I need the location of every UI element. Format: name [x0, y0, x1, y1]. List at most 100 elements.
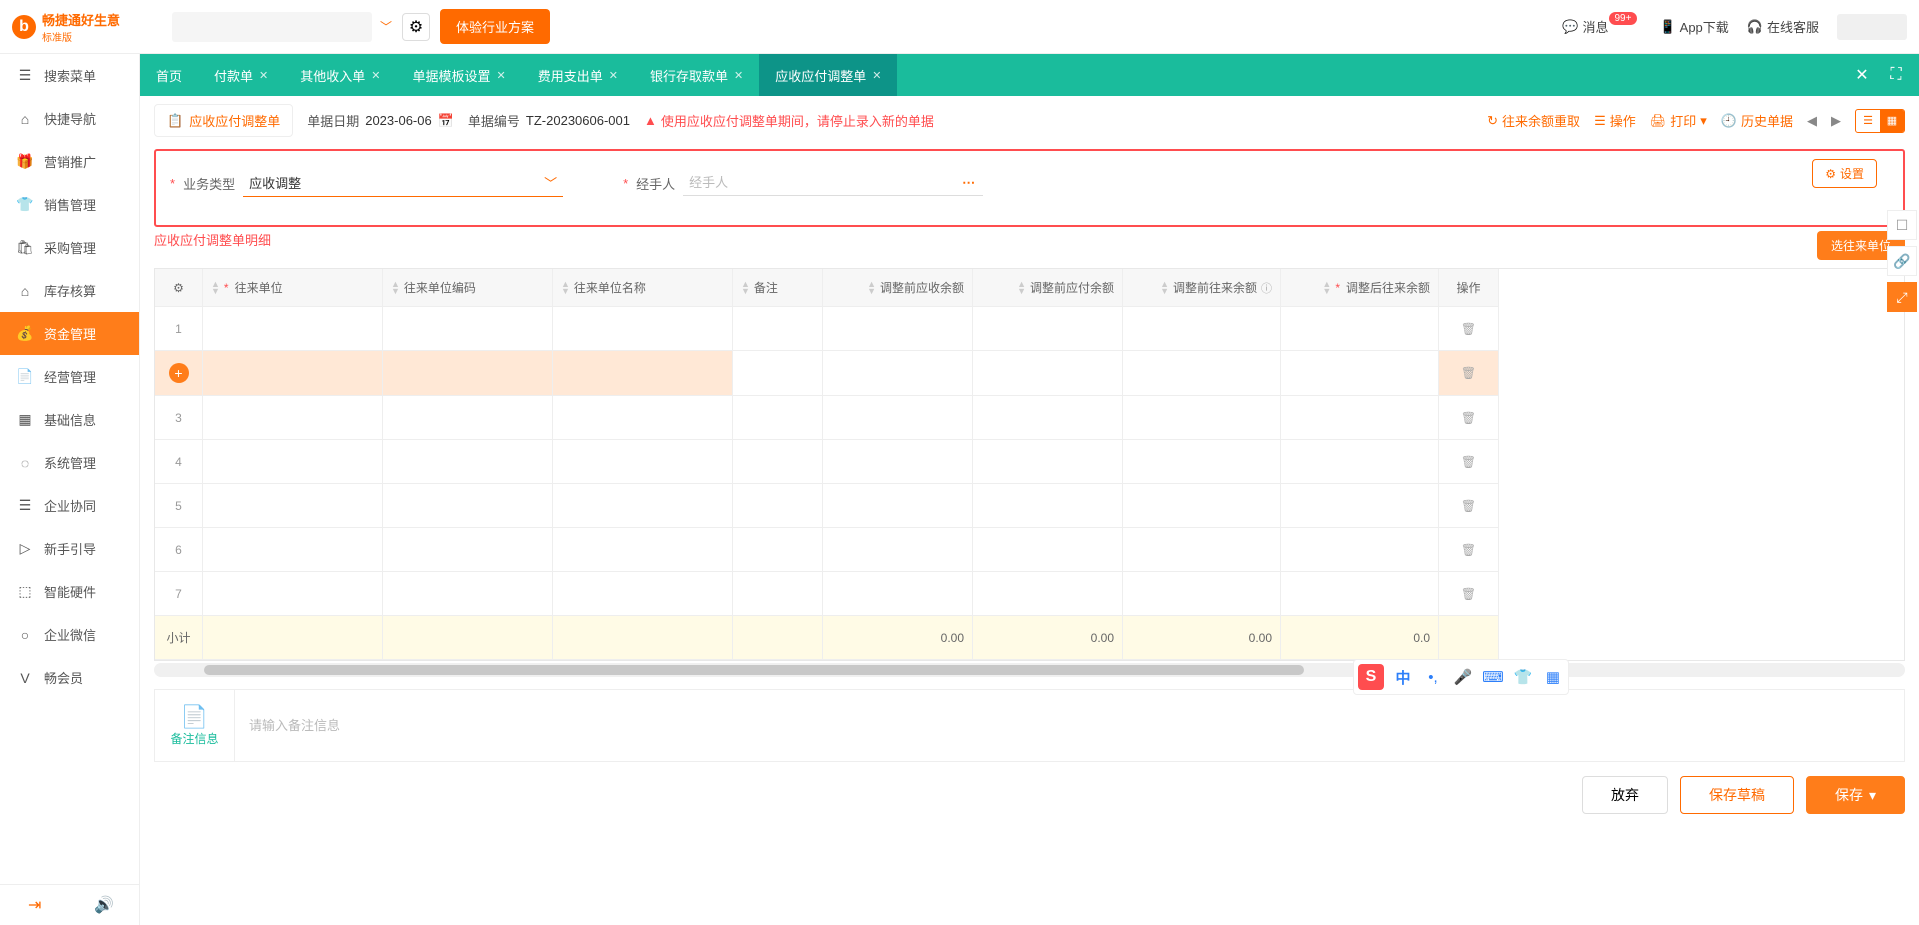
- table-cell[interactable]: [383, 396, 553, 440]
- table-cell[interactable]: [383, 528, 553, 572]
- sidebar-item-8[interactable]: ▦基础信息: [0, 398, 139, 441]
- table-cell[interactable]: [973, 396, 1123, 440]
- table-cell[interactable]: [383, 440, 553, 484]
- tab-0[interactable]: 首页: [140, 54, 198, 96]
- table-cell[interactable]: [203, 351, 383, 396]
- row-delete[interactable]: 🗑: [1439, 484, 1499, 528]
- table-cell[interactable]: [1281, 351, 1439, 396]
- table-cell[interactable]: [1123, 396, 1281, 440]
- table-cell[interactable]: [823, 351, 973, 396]
- table-cell[interactable]: [733, 307, 823, 351]
- table-cell[interactable]: [553, 572, 733, 616]
- table-cell[interactable]: [1281, 572, 1439, 616]
- row-delete[interactable]: 🗑: [1439, 528, 1499, 572]
- table-cell[interactable]: [553, 396, 733, 440]
- horizontal-scrollbar[interactable]: [154, 663, 1905, 677]
- table-cell[interactable]: [553, 307, 733, 351]
- sidebar-item-14[interactable]: V畅会员: [0, 656, 139, 699]
- table-cell[interactable]: [823, 396, 973, 440]
- table-cell[interactable]: [203, 484, 383, 528]
- table-cell[interactable]: [823, 440, 973, 484]
- sidebar-item-2[interactable]: 🎁营销推广: [0, 140, 139, 183]
- company-selector[interactable]: ﹀: [172, 12, 392, 42]
- table-cell[interactable]: [203, 307, 383, 351]
- list-view-icon[interactable]: ☰: [1856, 110, 1880, 132]
- sidebar-item-0[interactable]: ☰搜索菜单: [0, 54, 139, 97]
- table-cell[interactable]: [553, 351, 733, 396]
- sidebar-item-3[interactable]: 👕销售管理: [0, 183, 139, 226]
- tab-4[interactable]: 费用支出单✕: [522, 54, 634, 96]
- tab-1[interactable]: 付款单✕: [198, 54, 284, 96]
- calendar-icon[interactable]: 📅: [438, 113, 454, 129]
- close-icon[interactable]: ✕: [609, 69, 618, 82]
- doc-date[interactable]: 2023-06-06: [365, 113, 432, 128]
- card-view-icon[interactable]: ▦: [1880, 110, 1904, 132]
- ime-lang-toggle[interactable]: 中: [1392, 666, 1414, 688]
- table-cell[interactable]: [553, 484, 733, 528]
- row-delete[interactable]: 🗑: [1439, 351, 1499, 396]
- sidebar-item-7[interactable]: 📄经营管理: [0, 355, 139, 398]
- table-cell[interactable]: [1123, 440, 1281, 484]
- table-cell[interactable]: [823, 572, 973, 616]
- messages-link[interactable]: 💬 消息 99+: [1562, 17, 1641, 36]
- table-cell[interactable]: [973, 484, 1123, 528]
- sidebar-item-5[interactable]: ⌂库存核算: [0, 269, 139, 312]
- row-delete[interactable]: 🗑: [1439, 307, 1499, 351]
- sidebar-item-9[interactable]: ◌系统管理: [0, 441, 139, 484]
- tab-5[interactable]: 银行存取款单✕: [634, 54, 759, 96]
- table-cell[interactable]: [203, 528, 383, 572]
- prev-doc-button[interactable]: ◀: [1807, 113, 1817, 129]
- row-delete[interactable]: 🗑: [1439, 396, 1499, 440]
- user-avatar[interactable]: [1837, 14, 1907, 40]
- close-icon[interactable]: ✕: [259, 69, 268, 82]
- tab-6[interactable]: 应收应付调整单✕: [759, 54, 897, 96]
- fullscreen-button[interactable]: ⛶: [1883, 62, 1909, 88]
- sidebar-collapse-button[interactable]: ⇥: [0, 885, 70, 925]
- table-cell[interactable]: [1281, 484, 1439, 528]
- sidebar-item-12[interactable]: ⬚智能硬件: [0, 570, 139, 613]
- table-header[interactable]: ▲▼往来单位编码: [383, 269, 553, 307]
- sidebar-item-11[interactable]: ▷新手引导: [0, 527, 139, 570]
- reget-balance-action[interactable]: ↻往来余额重取: [1487, 111, 1580, 130]
- app-download-link[interactable]: 📱 App下载: [1659, 17, 1728, 36]
- next-doc-button[interactable]: ▶: [1831, 113, 1841, 129]
- table-cell[interactable]: [1123, 572, 1281, 616]
- table-cell[interactable]: [1281, 440, 1439, 484]
- operations-action[interactable]: ☰操作: [1594, 111, 1636, 130]
- table-header[interactable]: ⚙: [155, 269, 203, 307]
- tab-2[interactable]: 其他收入单✕: [284, 54, 396, 96]
- sidebar-item-13[interactable]: ○企业微信: [0, 613, 139, 656]
- sidebar-item-4[interactable]: 🛍采购管理: [0, 226, 139, 269]
- close-icon[interactable]: ✕: [497, 69, 506, 82]
- online-service-link[interactable]: 🎧 在线客服: [1747, 17, 1819, 36]
- sidebar-item-1[interactable]: ⌂快捷导航: [0, 97, 139, 140]
- ime-grid-icon[interactable]: ▦: [1542, 666, 1564, 688]
- table-cell[interactable]: [733, 528, 823, 572]
- more-icon[interactable]: ⋯: [962, 175, 977, 191]
- discard-button[interactable]: 放弃: [1582, 776, 1668, 814]
- table-cell[interactable]: [973, 351, 1123, 396]
- table-cell[interactable]: [383, 351, 553, 396]
- table-cell[interactable]: [973, 572, 1123, 616]
- table-header[interactable]: ▲▼*调整后往来余额: [1281, 269, 1439, 307]
- business-type-select[interactable]: 应收调整 ﹀: [243, 169, 563, 197]
- close-icon[interactable]: ✕: [872, 69, 881, 82]
- ime-mic-icon[interactable]: 🎤: [1452, 666, 1474, 688]
- table-cell[interactable]: [823, 484, 973, 528]
- table-cell[interactable]: [383, 572, 553, 616]
- table-header[interactable]: ▲▼调整前应收余额: [823, 269, 973, 307]
- sidebar-item-10[interactable]: ☰企业协同: [0, 484, 139, 527]
- tab-close-all-button[interactable]: ✕: [1849, 62, 1875, 88]
- row-delete[interactable]: 🗑: [1439, 572, 1499, 616]
- table-header[interactable]: ▲▼备注: [733, 269, 823, 307]
- ime-toolbar[interactable]: S 中 •, 🎤 ⌨ 👕 ▦: [1353, 659, 1569, 695]
- sidebar-sound-button[interactable]: 🔊: [70, 885, 140, 925]
- trial-button[interactable]: 体验行业方案: [440, 9, 550, 44]
- tab-3[interactable]: 单据模板设置✕: [396, 54, 521, 96]
- table-cell[interactable]: [203, 572, 383, 616]
- table-header[interactable]: ▲▼*往来单位: [203, 269, 383, 307]
- rail-expand-button[interactable]: ⤢: [1887, 282, 1917, 312]
- table-cell[interactable]: [733, 396, 823, 440]
- table-cell[interactable]: [203, 396, 383, 440]
- table-cell[interactable]: [733, 484, 823, 528]
